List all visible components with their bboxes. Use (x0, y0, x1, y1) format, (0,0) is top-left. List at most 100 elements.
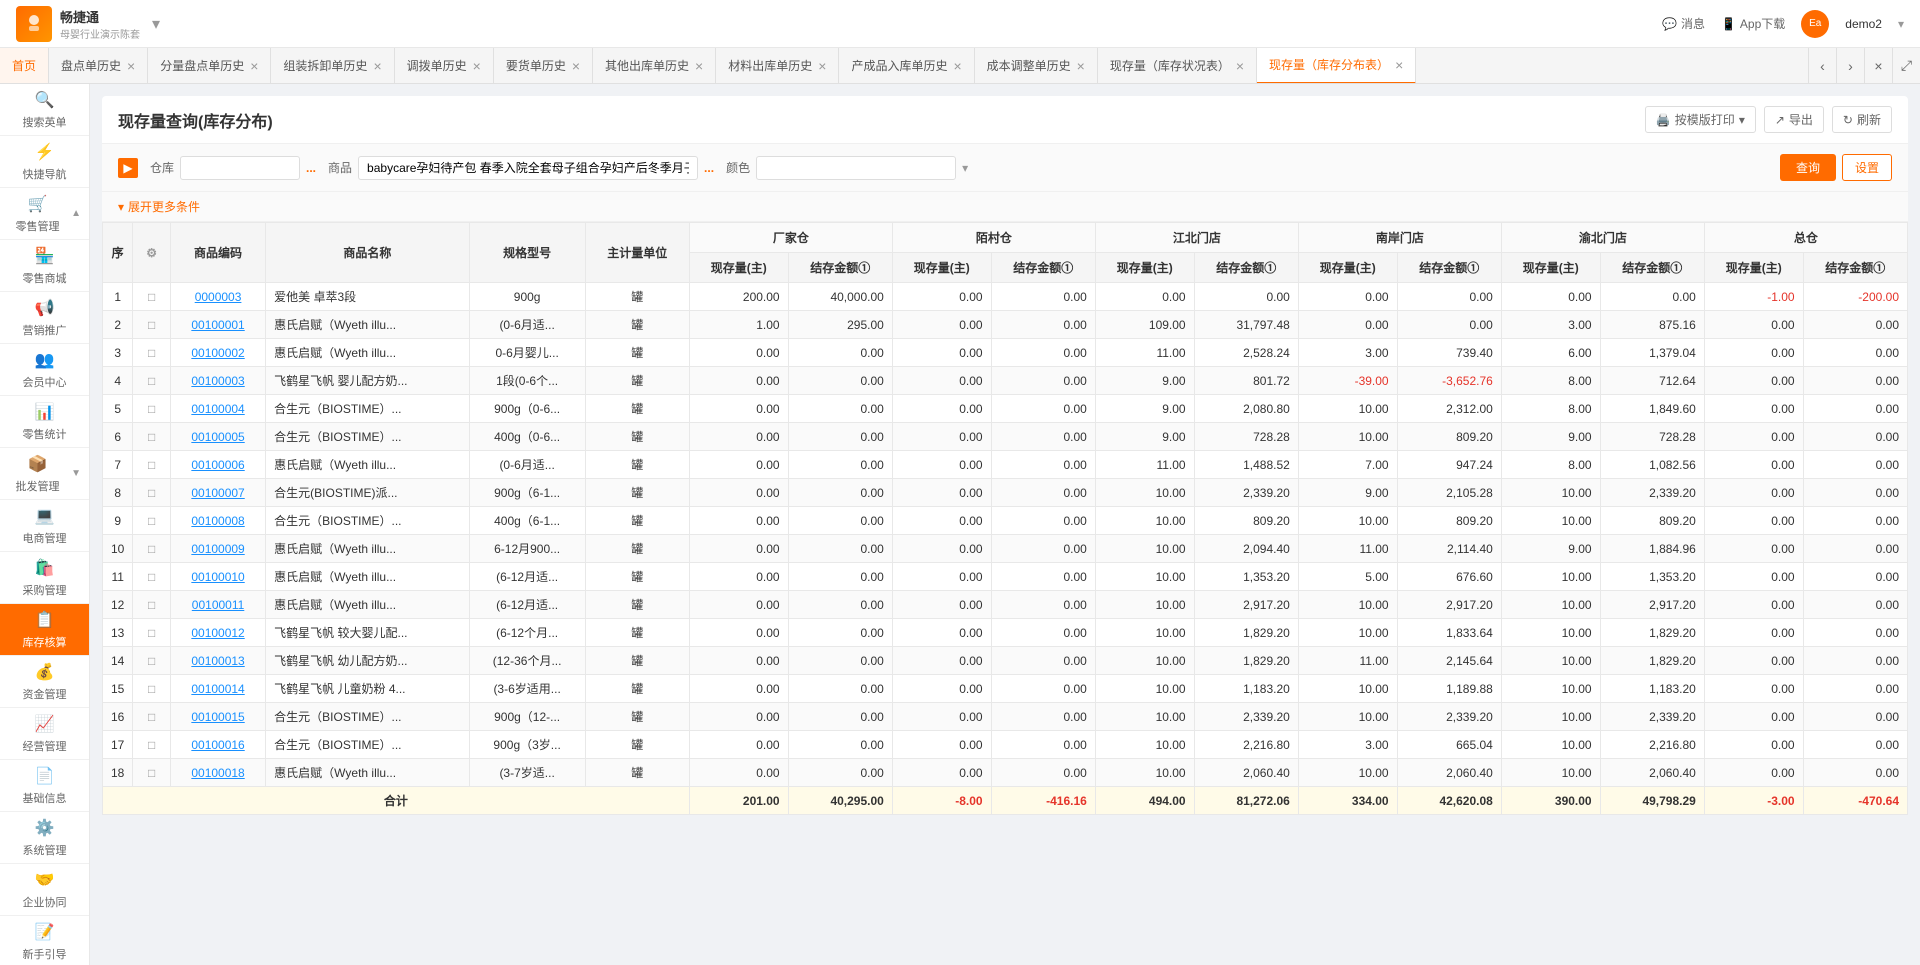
row-gear[interactable]: □ (133, 339, 171, 367)
user-dropdown-icon[interactable]: ▾ (1898, 17, 1904, 31)
expand-conditions-btn[interactable]: ▾ 展开更多条件 (118, 198, 1892, 215)
search-toggle-btn[interactable]: ▶ (118, 158, 138, 178)
sidebar-label: 资金管理 (23, 686, 67, 702)
row-data-2: 0.00 (892, 731, 991, 759)
row-gear[interactable]: □ (133, 675, 171, 703)
sidebar-item-system[interactable]: ⚙️ 系统管理 (0, 812, 89, 864)
row-data-6: 10.00 (1298, 703, 1397, 731)
tab-prev-btn[interactable]: ‹ (1808, 48, 1836, 84)
avatar[interactable]: Ea (1801, 10, 1829, 38)
tab-close-icon[interactable]: × (953, 58, 961, 74)
tab-close-icon[interactable]: × (373, 58, 381, 74)
app-download-btn[interactable]: 📱 App下载 (1721, 15, 1785, 32)
row-spec: 900g（3岁... (469, 731, 585, 759)
row-gear[interactable]: □ (133, 563, 171, 591)
col-gear[interactable]: ⚙ (133, 223, 171, 283)
row-no: 17 (103, 731, 133, 759)
tab-material-out[interactable]: 材料出库单历史 × (716, 48, 839, 84)
row-no: 7 (103, 451, 133, 479)
tab-close-icon[interactable]: × (250, 58, 258, 74)
row-data-0: 0.00 (689, 703, 788, 731)
sidebar-item-operation[interactable]: 📈 经营管理 (0, 708, 89, 760)
tab-close-icon[interactable]: × (1077, 58, 1085, 74)
tab-transfer[interactable]: 调拨单历史 × (395, 48, 494, 84)
tab-group-dismantle[interactable]: 组装拆卸单历史 × (271, 48, 394, 84)
sidebar-item-purchase[interactable]: 🛍️ 采购管理 (0, 552, 89, 604)
row-data-2: 0.00 (892, 311, 991, 339)
row-gear[interactable]: □ (133, 507, 171, 535)
warehouse-input[interactable] (180, 156, 300, 180)
tab-inventory-record[interactable]: 盘点单历史 × (49, 48, 148, 84)
row-gear[interactable]: □ (133, 451, 171, 479)
sidebar-item-marketing[interactable]: 📢 营销推广 (0, 292, 89, 344)
row-no: 2 (103, 311, 133, 339)
goods-picker-btn[interactable]: ... (704, 161, 714, 175)
row-gear[interactable]: □ (133, 367, 171, 395)
tab-next-btn[interactable]: › (1836, 48, 1864, 84)
tab-close-icon[interactable]: × (473, 58, 481, 74)
tab-other-out[interactable]: 其他出库单历史 × (593, 48, 716, 84)
print-btn[interactable]: 🖨️ 按模版打印 ▾ (1645, 106, 1756, 133)
row-unit: 罐 (585, 563, 689, 591)
sidebar-item-basic-info[interactable]: 📄 基础信息 (0, 760, 89, 812)
tab-close-icon[interactable]: × (818, 58, 826, 74)
search-btn[interactable]: 查询 (1780, 154, 1836, 181)
row-gear[interactable]: □ (133, 759, 171, 787)
row-data-1: 0.00 (788, 675, 892, 703)
tab-demand[interactable]: 要货单历史 × (494, 48, 593, 84)
row-gear[interactable]: □ (133, 479, 171, 507)
warehouse-picker-btn[interactable]: ... (306, 161, 316, 175)
row-gear[interactable]: □ (133, 423, 171, 451)
tab-stock-dist[interactable]: 现存量（库存分布表）× (1257, 48, 1416, 84)
row-gear[interactable]: □ (133, 619, 171, 647)
sidebar-item-new-guide[interactable]: 📝 新手引导 (0, 916, 89, 965)
row-data-2: 0.00 (892, 759, 991, 787)
row-gear[interactable]: □ (133, 703, 171, 731)
row-gear[interactable]: □ (133, 731, 171, 759)
sidebar-item-corp-collab[interactable]: 🤝 企业协同 (0, 864, 89, 916)
tab-dist-inventory[interactable]: 分量盘点单历史 × (148, 48, 271, 84)
system-icon: ⚙️ (35, 818, 55, 838)
subtitle-dropdown-icon[interactable]: ▾ (152, 14, 160, 34)
sidebar-item-retail-mgmt[interactable]: 🛒 零售管理 ▲ (0, 188, 89, 240)
row-data-8: 10.00 (1501, 759, 1600, 787)
tab-cost-adjust[interactable]: 成本调整单历史 × (975, 48, 1098, 84)
sidebar-item-search[interactable]: 🔍 搜索英单 (0, 84, 89, 136)
setting-btn[interactable]: 设置 (1842, 154, 1892, 181)
tab-close-icon[interactable]: × (127, 58, 135, 74)
row-gear[interactable]: □ (133, 647, 171, 675)
tab-home[interactable]: 首页 (0, 48, 49, 84)
tab-close-all-btn[interactable]: × (1864, 48, 1892, 84)
sidebar-item-stock[interactable]: 📋 库存核算 (0, 604, 89, 656)
export-btn[interactable]: ↗ 导出 (1764, 106, 1824, 133)
sidebar-item-member[interactable]: 👥 会员中心 (0, 344, 89, 396)
row-gear[interactable]: □ (133, 591, 171, 619)
tab-stock-status[interactable]: 现存量（库存状况表）× (1098, 48, 1257, 84)
search-area: ▶ 仓库 ... 商品 ... 颜色 ▾ 查询 设置 (102, 144, 1908, 192)
row-gear[interactable]: □ (133, 283, 171, 311)
message-btn[interactable]: 💬 消息 (1662, 15, 1705, 32)
goods-input[interactable] (358, 156, 698, 180)
tab-product-in[interactable]: 产成品入库单历史 × (839, 48, 974, 84)
row-spec: (6-12月适... (469, 563, 585, 591)
sidebar-item-retail-stat[interactable]: 📊 零售统计 (0, 396, 89, 448)
refresh-btn[interactable]: ↻ 刷新 (1832, 106, 1892, 133)
tab-close-icon[interactable]: × (572, 58, 580, 74)
sidebar-item-ecommerce[interactable]: 💻 电商管理 (0, 500, 89, 552)
row-gear[interactable]: □ (133, 311, 171, 339)
color-dropdown-icon[interactable]: ▾ (962, 161, 968, 175)
row-gear[interactable]: □ (133, 395, 171, 423)
sidebar-item-retail-mall[interactable]: 🏪 零售商城 (0, 240, 89, 292)
row-gear[interactable]: □ (133, 535, 171, 563)
sidebar-item-quick-nav[interactable]: ⚡ 快捷导航 (0, 136, 89, 188)
row-data-0: 0.00 (689, 563, 788, 591)
tab-close-icon[interactable]: × (695, 58, 703, 74)
sidebar-item-wholesale[interactable]: 📦 批发管理 ▼ (0, 448, 89, 500)
row-data-10: -1.00 (1704, 283, 1803, 311)
tab-close-icon[interactable]: × (1395, 57, 1403, 73)
color-input[interactable] (756, 156, 956, 180)
sidebar-item-finance[interactable]: 💰 资金管理 (0, 656, 89, 708)
tab-close-icon[interactable]: × (1236, 58, 1244, 74)
tab-fullscreen-btn[interactable]: ⤢ (1892, 48, 1920, 84)
row-data-8: 0.00 (1501, 283, 1600, 311)
